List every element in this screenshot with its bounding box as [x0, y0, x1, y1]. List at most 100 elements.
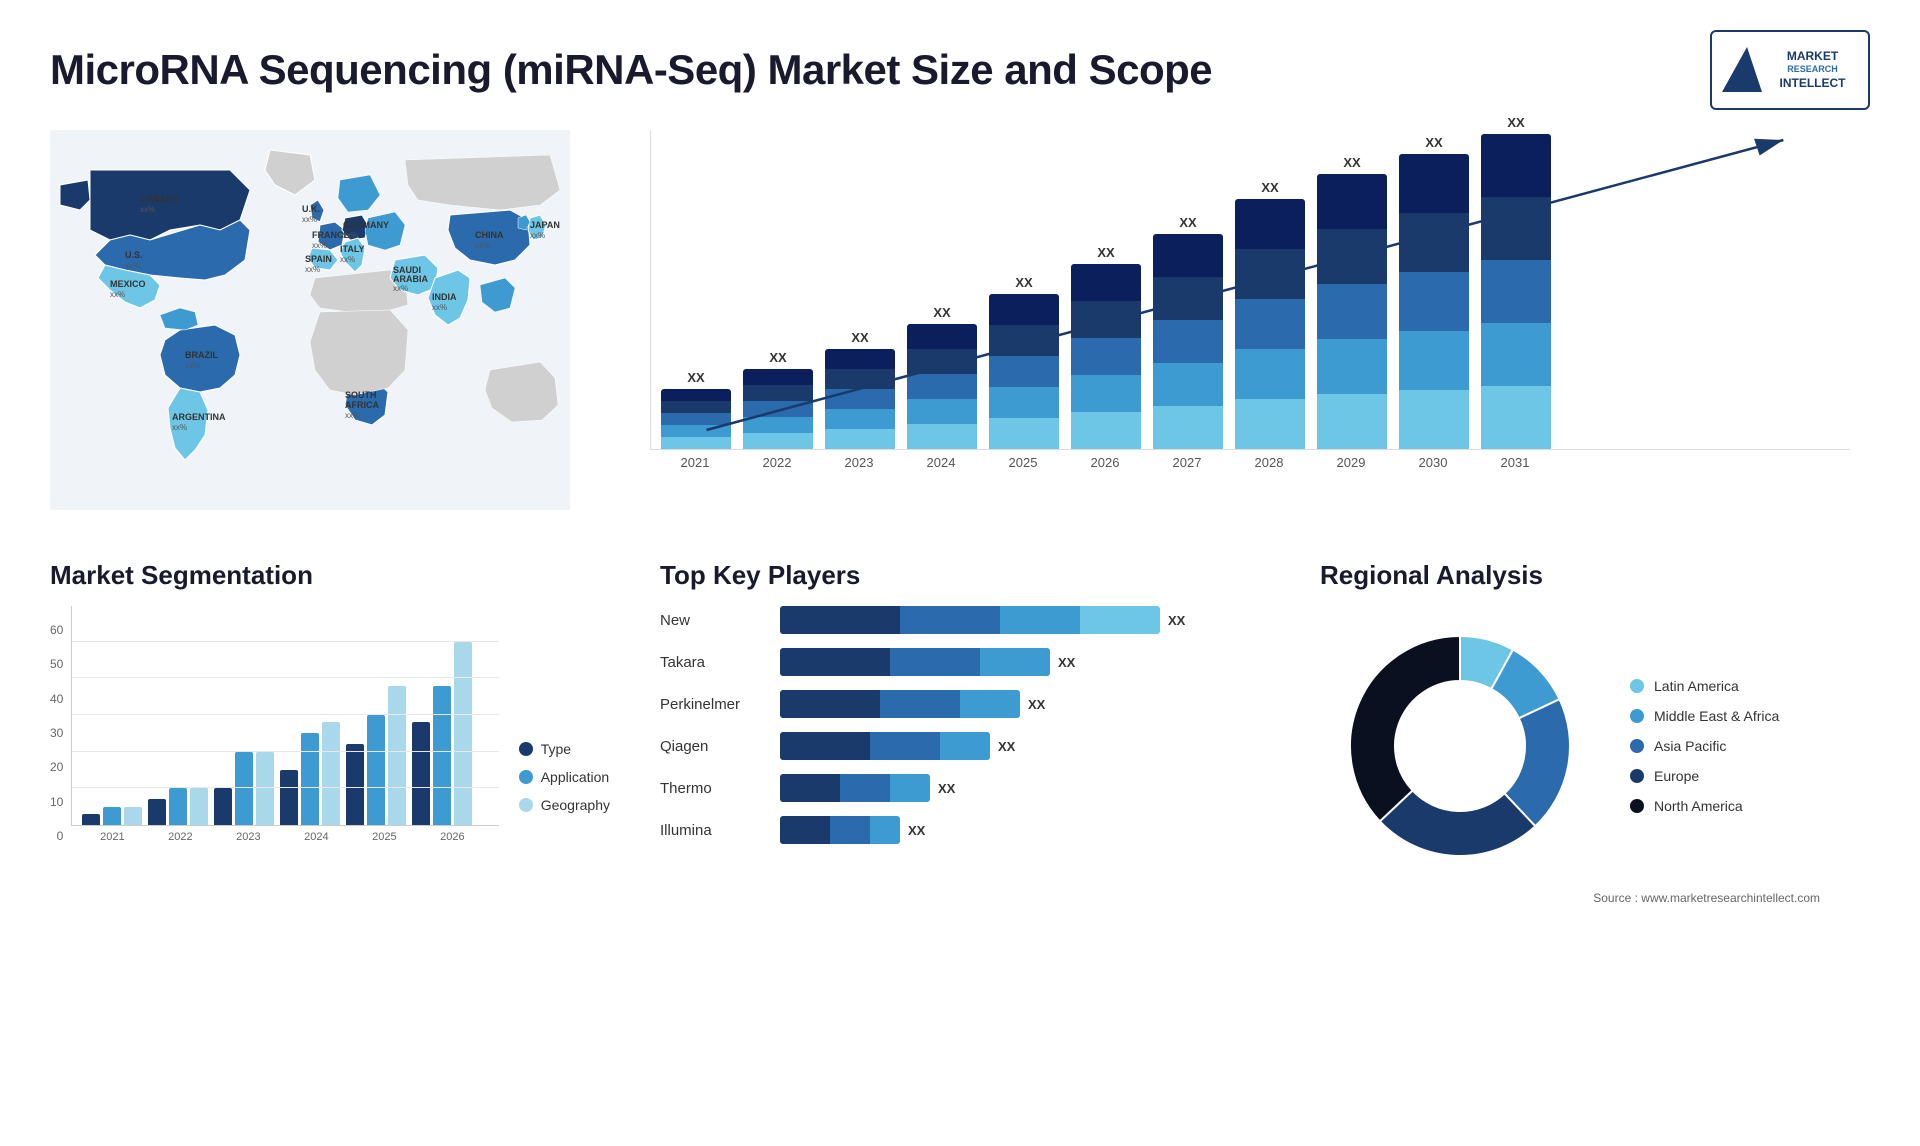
growth-bar-stack: [907, 324, 977, 449]
player-name: Illumina: [660, 822, 770, 839]
player-bar-track: [780, 774, 930, 802]
logo-triangle-icon: [1722, 47, 1762, 92]
seg-x-label: 2021: [81, 831, 143, 843]
regional-legend-text: Latin America: [1654, 678, 1739, 694]
seg-chart-area: 60 50 40 30 20 10 0 20212022202320242025…: [50, 606, 610, 843]
bar-segment: [661, 437, 731, 449]
player-name: Thermo: [660, 780, 770, 797]
legend-application-dot: [519, 770, 533, 784]
bar-segment: [1481, 386, 1551, 449]
svg-text:xx%: xx%: [312, 241, 327, 250]
bar-segment: [1071, 412, 1141, 449]
players-container: NewXXTakaraXXPerkinelmerXXQiagenXXThermo…: [660, 606, 1260, 844]
player-bar-segment: [780, 774, 840, 802]
seg-legend: Type Application Geography: [519, 741, 610, 843]
bar-segment: [743, 401, 813, 417]
regional-legend-dot: [1630, 799, 1644, 813]
bar-segment: [1317, 174, 1387, 229]
growth-bar-stack: [825, 349, 895, 449]
player-bar-track: [780, 732, 990, 760]
regional-legend-text: North America: [1654, 798, 1743, 814]
growth-x-label: 2029: [1316, 455, 1386, 470]
bar-segment: [1399, 390, 1469, 449]
growth-x-label: 2024: [906, 455, 976, 470]
bar-segment: [1481, 260, 1551, 323]
seg-bar: [301, 733, 319, 825]
bar-segment: [1153, 320, 1223, 363]
donut-center: [1397, 683, 1523, 809]
grid-line: [72, 751, 498, 752]
growth-bar-label-top: XX: [769, 350, 786, 365]
svg-text:xx%: xx%: [340, 255, 355, 264]
growth-bar-label-top: XX: [1015, 275, 1032, 290]
player-bar-segment: [840, 774, 890, 802]
player-bar-segment: [830, 816, 870, 844]
svg-text:xx%: xx%: [185, 361, 200, 370]
bar-segment: [661, 401, 731, 413]
grid-line: [72, 677, 498, 678]
player-bar-segment: [870, 816, 900, 844]
growth-bar-stack: [1153, 234, 1223, 449]
player-bar-segment: [780, 648, 890, 676]
bar-segment: [743, 433, 813, 449]
seg-bar: [280, 770, 298, 825]
seg-x-label: 2024: [285, 831, 347, 843]
player-bar-track: [780, 816, 900, 844]
seg-bars: [71, 606, 498, 826]
bar-segment: [1317, 339, 1387, 394]
svg-text:xx%: xx%: [475, 241, 490, 250]
growth-bar-group: XX: [1317, 155, 1387, 449]
player-bar-track: [780, 606, 1160, 634]
player-name: Takara: [660, 654, 770, 671]
bar-segment: [1235, 199, 1305, 249]
svg-text:ARGENTINA: ARGENTINA: [172, 412, 226, 422]
seg-bar: [169, 788, 187, 825]
seg-bar-group: [346, 686, 406, 825]
bar-segment: [1399, 331, 1469, 390]
bar-segment: [661, 413, 731, 425]
player-bar-track: [780, 690, 1020, 718]
svg-text:xx%: xx%: [530, 231, 545, 240]
seg-bar: [82, 814, 100, 825]
growth-chart-section: XXXXXXXXXXXXXXXXXXXXXX 20212022202320242…: [630, 120, 1870, 540]
bottom-sections: Market Segmentation 60 50 40 30 20 10 0 …: [50, 540, 1870, 886]
regional-legend-dot: [1630, 769, 1644, 783]
svg-text:xx%: xx%: [110, 290, 125, 299]
player-row: QiagenXX: [660, 732, 1260, 760]
player-bar-container: XX: [780, 648, 1260, 676]
legend-type: Type: [519, 741, 610, 757]
growth-bar-stack: [989, 294, 1059, 449]
regional-legend-item: Middle East & Africa: [1630, 708, 1779, 724]
player-bar-segment: [870, 732, 940, 760]
bar-segment: [989, 387, 1059, 418]
regional-legend-dot: [1630, 739, 1644, 753]
growth-x-label: 2031: [1480, 455, 1550, 470]
bar-segment: [825, 409, 895, 429]
growth-bar-stack: [1399, 154, 1469, 449]
grid-line: [72, 714, 498, 715]
growth-bar-label-top: XX: [851, 330, 868, 345]
growth-x-label: 2028: [1234, 455, 1304, 470]
bar-segment: [1071, 375, 1141, 412]
svg-text:GERMANY: GERMANY: [343, 220, 389, 230]
logo-text: MARKET RESEARCH INTELLECT: [1780, 49, 1846, 92]
growth-bar-group: XX: [825, 330, 895, 449]
svg-text:xx%: xx%: [345, 411, 360, 420]
svg-text:xx%: xx%: [302, 215, 317, 224]
bar-segment: [907, 399, 977, 424]
player-bar-container: XX: [780, 690, 1260, 718]
player-bar-label: XX: [998, 739, 1015, 754]
regional-legend-dot: [1630, 709, 1644, 723]
growth-bar-label-top: XX: [1179, 215, 1196, 230]
bar-segment: [1399, 154, 1469, 213]
seg-x-label: 2025: [353, 831, 415, 843]
grid-line: [72, 641, 498, 642]
player-bar-container: XX: [780, 774, 1260, 802]
player-bar-label: XX: [1028, 697, 1045, 712]
svg-text:JAPAN: JAPAN: [530, 220, 560, 230]
svg-text:CANADA: CANADA: [140, 194, 179, 204]
growth-bar-stack: [1481, 134, 1551, 449]
world-map-section: CANADA xx% U.S. xx% MEXICO xx% BRAZIL xx…: [50, 120, 630, 540]
growth-x-labels: 2021202220232024202520262027202820292030…: [650, 455, 1850, 470]
legend-type-dot: [519, 742, 533, 756]
